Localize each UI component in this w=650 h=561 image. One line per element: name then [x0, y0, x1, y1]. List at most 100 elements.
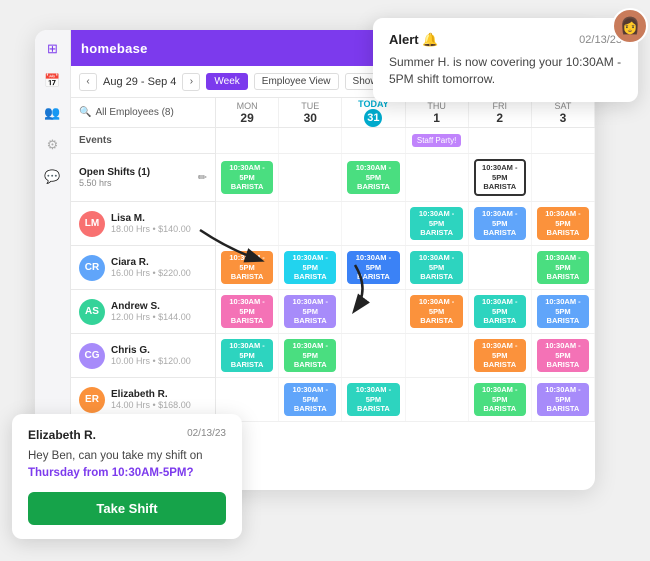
- staff-party-badge: Staff Party!: [412, 134, 461, 147]
- open-shift-tue: [279, 154, 342, 201]
- employee-row-ciara[interactable]: CR Ciara R. 16.00 Hrs • $220.00: [71, 246, 215, 290]
- open-shifts-row[interactable]: Open Shifts (1) 5.50 hrs ✏: [71, 154, 215, 202]
- alert-body: Summer H. is now covering your 10:30AM -…: [389, 54, 622, 88]
- shift-ciara-tue[interactable]: 10:30AM - 5PMBARISTA: [284, 251, 336, 284]
- message-card: Elizabeth R. 02/13/23 Hey Ben, can you t…: [12, 414, 242, 540]
- day-label-tue: TUE: [301, 101, 319, 111]
- shift-andrew-thu[interactable]: 10:30AM - 5PMBARISTA: [410, 295, 462, 328]
- lisa-thu: 10:30AM - 5PMBARISTA: [406, 202, 469, 245]
- day-num-today: 31: [364, 109, 382, 127]
- elizabeth-tue: 10:30AM - 5PMBARISTA: [279, 378, 342, 421]
- sidebar-users-icon[interactable]: 👥: [42, 102, 64, 124]
- events-label: Events: [79, 135, 112, 146]
- employee-row-andrew[interactable]: AS Andrew S. 12.00 Hrs • $144.00: [71, 290, 215, 334]
- grid-rows: Staff Party! 10:30AM - 5PMBARISTA 10:30A…: [216, 128, 595, 422]
- event-tue: [279, 128, 342, 153]
- day-num-thu: 1: [433, 111, 440, 125]
- message-highlight: Thursday from 10:30AM-5PM?: [28, 467, 194, 479]
- shift-andrew-tue[interactable]: 10:30AM - 5PMBARISTA: [284, 295, 336, 328]
- emp-name-lisa: Lisa M.: [111, 213, 207, 224]
- prev-button[interactable]: ‹: [79, 73, 97, 91]
- day-headers: MON 29 TUE 30 TODAY 31 THU 1 FRI 2: [216, 98, 595, 128]
- open-shift-mon: 10:30AM - 5PMBARISTA: [216, 154, 279, 201]
- day-label-fri: FRI: [493, 101, 508, 111]
- lisa-sat: 10:30AM - 5PMBARISTA: [532, 202, 595, 245]
- shift-elizabeth-sat[interactable]: 10:30AM - 5PMBARISTA: [537, 383, 589, 416]
- edit-icon[interactable]: ✏: [198, 171, 207, 184]
- emp-name-ciara: Ciara R.: [111, 257, 207, 268]
- sidebar-calendar-icon[interactable]: 📅: [42, 70, 64, 92]
- sidebar-chat-icon[interactable]: 💬: [42, 166, 64, 188]
- avatar-andrew: AS: [79, 299, 105, 325]
- ciara-fri: [469, 246, 532, 289]
- shift-andrew-fri[interactable]: 10:30AM - 5PMBARISTA: [474, 295, 526, 328]
- sidebar-settings-icon[interactable]: ⚙: [42, 134, 64, 156]
- open-shifts-title: Open Shifts (1): [79, 167, 194, 178]
- chris-sat: 10:30AM - 5PMBARISTA: [532, 334, 595, 377]
- shift-chris-fri[interactable]: 10:30AM - 5PMBARISTA: [474, 339, 526, 372]
- shift-chris-sat[interactable]: 10:30AM - 5PMBARISTA: [537, 339, 589, 372]
- avatar-lisa: LM: [79, 211, 105, 237]
- right-grid: MON 29 TUE 30 TODAY 31 THU 1 FRI 2: [216, 98, 595, 490]
- elizabeth-today: 10:30AM - 5PMBARISTA: [342, 378, 405, 421]
- message-header: Elizabeth R. 02/13/23: [28, 428, 226, 442]
- open-shifts-hours: 5.50 hrs: [79, 178, 194, 188]
- shift-ciara-mon[interactable]: 10:30AM - 5PMBARISTA: [221, 251, 273, 284]
- event-sat: [532, 128, 595, 153]
- shift-elizabeth-today[interactable]: 10:30AM - 5PMBARISTA: [347, 383, 399, 416]
- emp-hours-elizabeth: 14.00 Hrs • $168.00: [111, 400, 207, 410]
- sidebar-home-icon[interactable]: ⊞: [42, 38, 64, 60]
- day-fri: FRI 2: [469, 98, 532, 127]
- day-thu: THU 1: [406, 98, 469, 127]
- open-shift-thu: [406, 154, 469, 201]
- shift-andrew-sat[interactable]: 10:30AM - 5PMBARISTA: [537, 295, 589, 328]
- shift-block-open-fri[interactable]: 10:30AM - 5PMBARISTA: [474, 159, 526, 196]
- ciara-thu: 10:30AM - 5PMBARISTA: [406, 246, 469, 289]
- next-button[interactable]: ›: [182, 73, 200, 91]
- message-sender: Elizabeth R.: [28, 428, 96, 442]
- elizabeth-grid-row: 10:30AM - 5PMBARISTA 10:30AM - 5PMBARIST…: [216, 378, 595, 422]
- shift-block-open-mon[interactable]: 10:30AM - 5PMBARISTA: [221, 161, 273, 194]
- week-view-button[interactable]: Week: [206, 73, 247, 90]
- alert-card: Alert 🔔 02/13/23 Summer H. is now coveri…: [373, 18, 638, 102]
- shift-ciara-thu[interactable]: 10:30AM - 5PMBARISTA: [410, 251, 462, 284]
- message-date: 02/13/23: [187, 428, 226, 442]
- alert-avatar: 👩: [612, 8, 648, 44]
- andrew-thu: 10:30AM - 5PMBARISTA: [406, 290, 469, 333]
- events-grid-row: Staff Party!: [216, 128, 595, 154]
- andrew-today: [342, 290, 405, 333]
- lisa-grid-row: 10:30AM - 5PMBARISTA 10:30AM - 5PMBARIST…: [216, 202, 595, 246]
- event-fri: [469, 128, 532, 153]
- shift-ciara-sat[interactable]: 10:30AM - 5PMBARISTA: [537, 251, 589, 284]
- employee-row-chris[interactable]: CG Chris G. 10.00 Hrs • $120.00: [71, 334, 215, 378]
- employee-row-lisa[interactable]: LM Lisa M. 18.00 Hrs • $140.00: [71, 202, 215, 246]
- shift-ciara-today[interactable]: 10:30AM - 5PMBARISTA: [347, 251, 399, 284]
- take-shift-button[interactable]: Take Shift: [28, 492, 226, 525]
- filter-label: All Employees (8): [95, 107, 173, 118]
- day-num-tue: 30: [304, 111, 317, 125]
- shift-elizabeth-tue[interactable]: 10:30AM - 5PMBARISTA: [284, 383, 336, 416]
- shift-chris-tue[interactable]: 10:30AM - 5PMBARISTA: [284, 339, 336, 372]
- open-shift-sat: [532, 154, 595, 201]
- shift-andrew-mon[interactable]: 10:30AM - 5PMBARISTA: [221, 295, 273, 328]
- shift-lisa-fri[interactable]: 10:30AM - 5PMBARISTA: [474, 207, 526, 240]
- chris-mon: 10:30AM - 5PMBARISTA: [216, 334, 279, 377]
- emp-info-andrew: Andrew S. 12.00 Hrs • $144.00: [111, 301, 207, 322]
- message-greeting: Hey Ben, can you take my shift on: [28, 450, 203, 462]
- shift-chris-mon[interactable]: 10:30AM - 5PMBARISTA: [221, 339, 273, 372]
- employee-view-button[interactable]: Employee View: [254, 73, 339, 90]
- filter-bar: 🔍 All Employees (8): [71, 98, 215, 128]
- date-range: Aug 29 - Sep 4: [103, 76, 176, 88]
- day-label-mon: MON: [237, 101, 258, 111]
- shift-lisa-thu[interactable]: 10:30AM - 5PMBARISTA: [410, 207, 462, 240]
- shift-elizabeth-fri[interactable]: 10:30AM - 5PMBARISTA: [474, 383, 526, 416]
- elizabeth-thu: [406, 378, 469, 421]
- andrew-tue: 10:30AM - 5PMBARISTA: [279, 290, 342, 333]
- alert-header: Alert 🔔 02/13/23: [389, 32, 622, 48]
- emp-name-andrew: Andrew S.: [111, 301, 207, 312]
- chris-thu: [406, 334, 469, 377]
- shift-block-open-today[interactable]: 10:30AM - 5PMBARISTA: [347, 161, 399, 194]
- day-num-sat: 3: [560, 111, 567, 125]
- day-mon: MON 29: [216, 98, 279, 127]
- shift-lisa-sat[interactable]: 10:30AM - 5PMBARISTA: [537, 207, 589, 240]
